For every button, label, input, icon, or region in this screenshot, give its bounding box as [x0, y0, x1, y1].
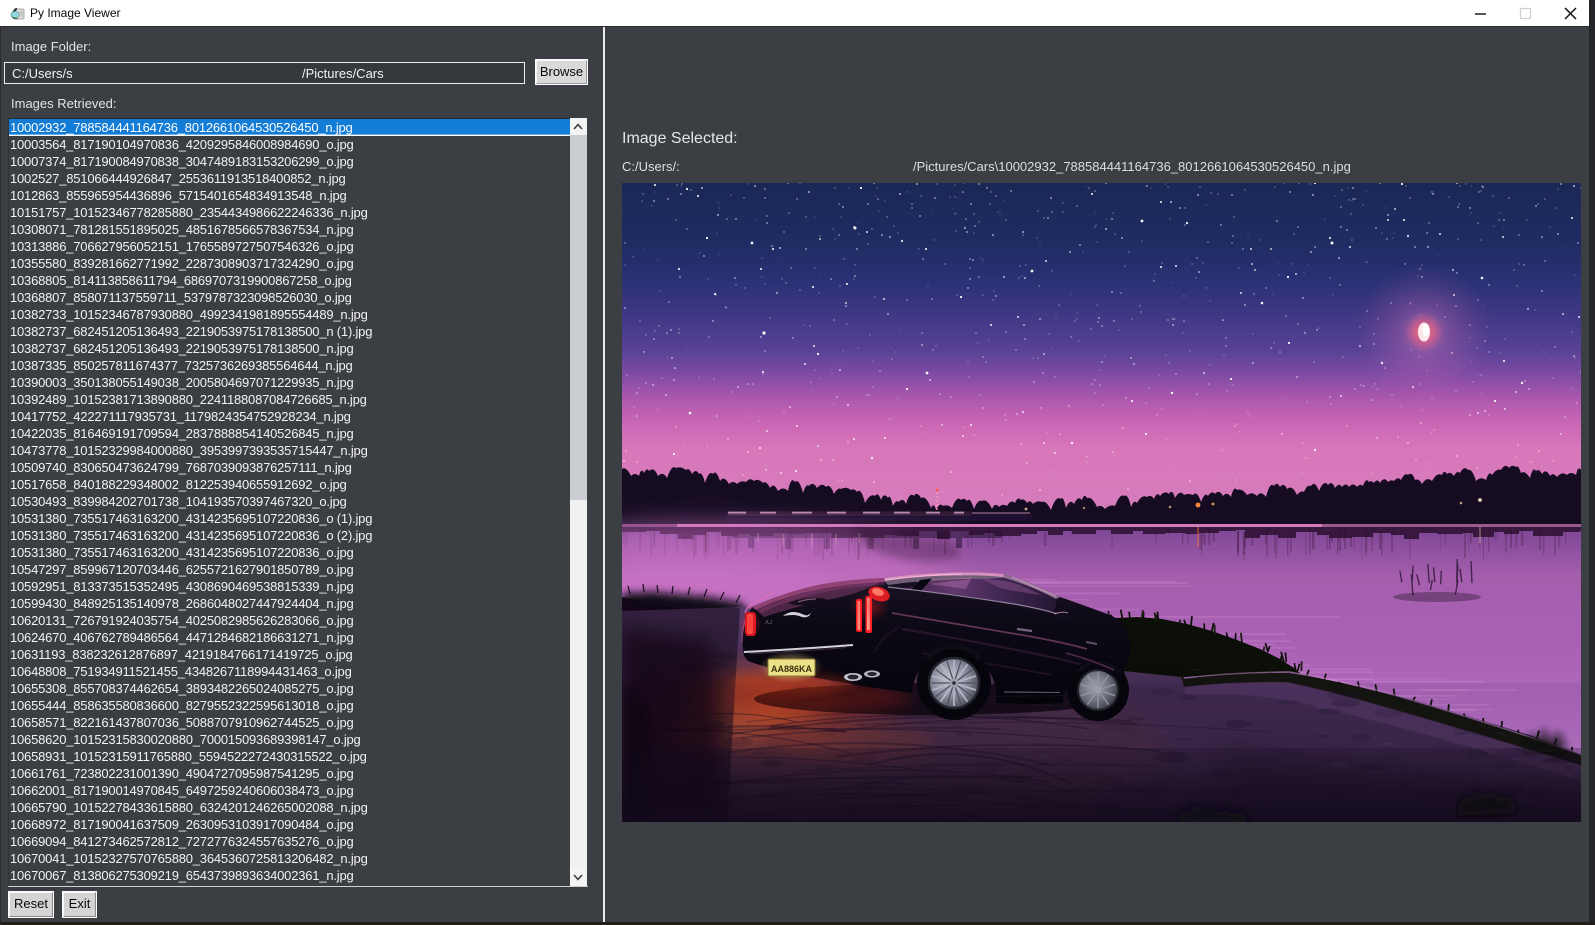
- svg-text:AA886KA: AA886KA: [771, 664, 813, 674]
- svg-text:XJ: XJ: [765, 620, 772, 626]
